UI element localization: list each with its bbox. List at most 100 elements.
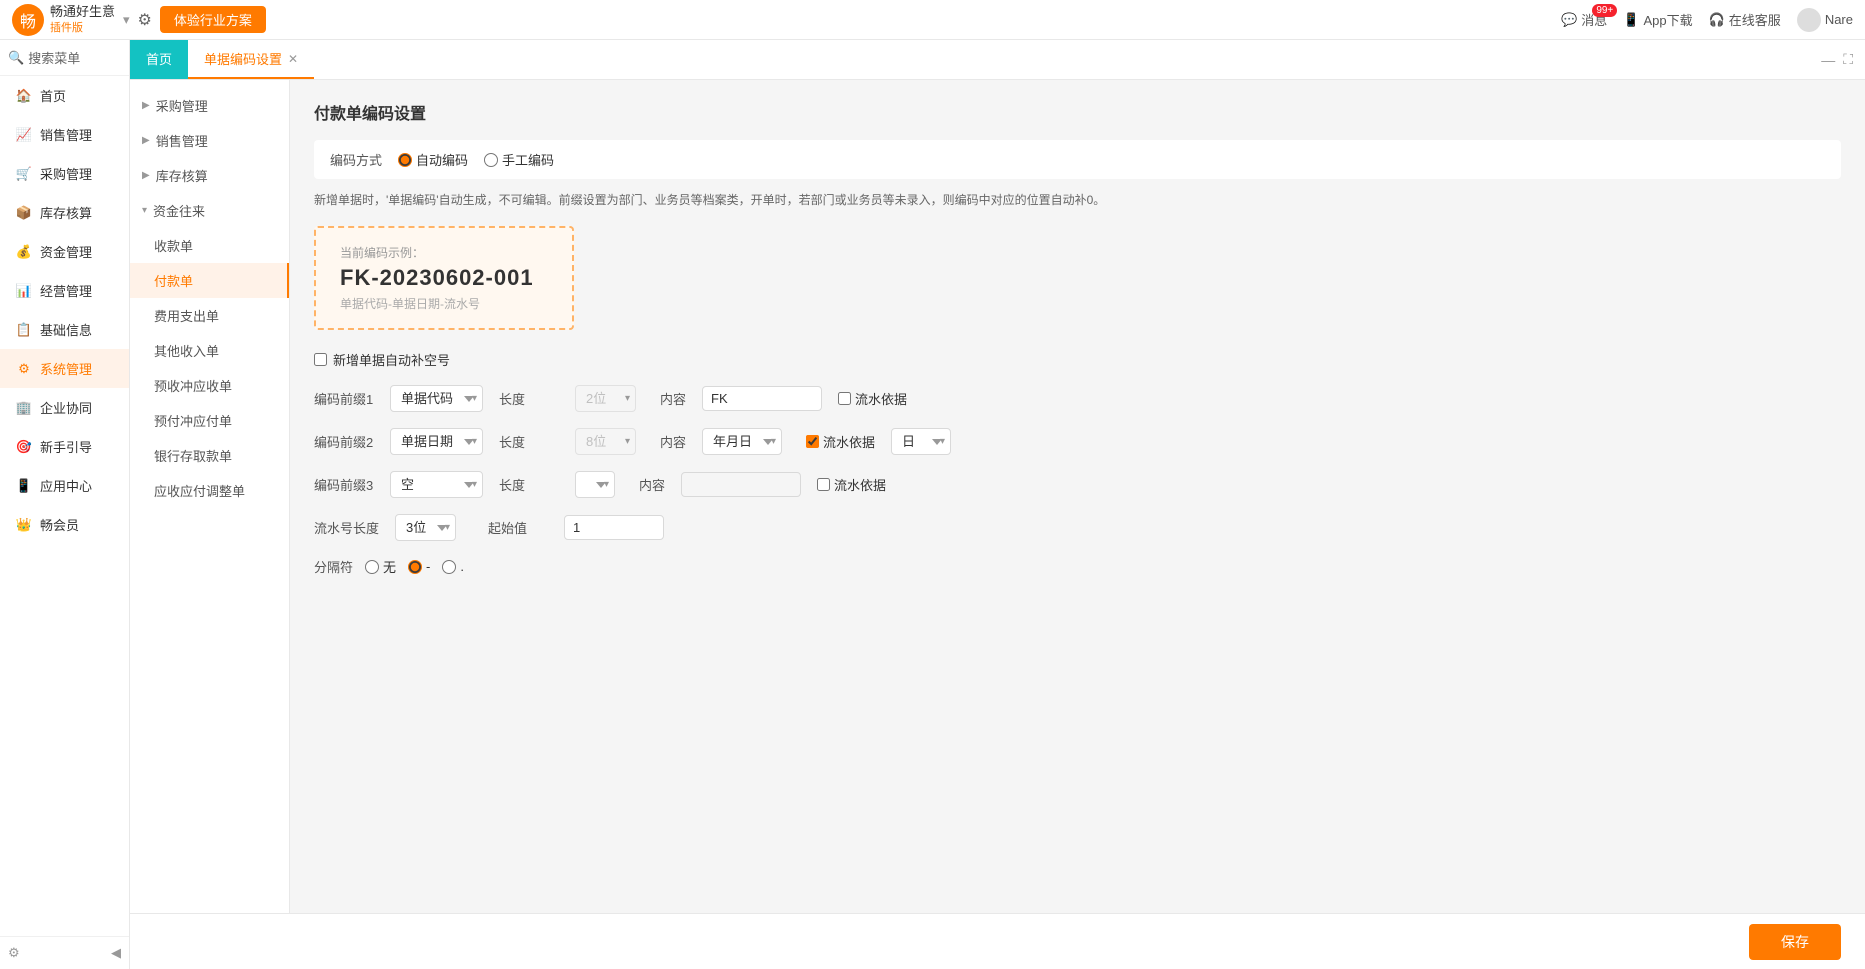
prefix3-serial-checkbox[interactable] <box>817 478 830 491</box>
prefix2-content-select[interactable]: 年月日 年月 年 <box>702 428 782 455</box>
prefix1-serial-checkbox-label[interactable]: 流水依据 <box>838 389 907 408</box>
sidebar-item-label: 应用中心 <box>40 476 92 495</box>
prefix1-select-wrapper: 单据代码 部门 业务员 自定义 <box>390 385 483 412</box>
content-area: 首页 单据编码设置 ✕ — ⛶ ▶ 采购管理 <box>130 40 1865 969</box>
prefix3-serial-checkbox-label[interactable]: 流水依据 <box>817 475 886 494</box>
sub-menu-item-prepay-receipt[interactable]: 预收冲应收单 <box>130 368 289 403</box>
prefix1-select[interactable]: 单据代码 部门 业务员 自定义 <box>390 385 483 412</box>
sidebar-item-sales[interactable]: 📈 销售管理 <box>0 115 129 154</box>
sub-menu-item-adjustment[interactable]: 应收应付调整单 <box>130 473 289 508</box>
manual-code-radio-input[interactable] <box>484 153 498 167</box>
chevron-right-icon: ▶ <box>142 170 150 181</box>
save-button[interactable]: 保存 <box>1749 924 1841 960</box>
serial-length-wrapper: 3位 4位 5位 6位 <box>395 514 456 541</box>
bottom-bar: 保存 <box>130 913 1865 969</box>
separator-none-label: 无 <box>383 557 396 576</box>
prefix3-content-input[interactable] <box>681 472 801 497</box>
message-icon: 💬 <box>1561 12 1577 28</box>
sidebar-item-finance[interactable]: 💰 资金管理 <box>0 232 129 271</box>
sidebar-settings-icon[interactable]: ⚙ <box>8 945 20 961</box>
prefix1-length-select[interactable]: 2位 <box>575 385 636 412</box>
auto-fill-checkbox[interactable] <box>314 353 327 366</box>
trial-button[interactable]: 体验行业方案 <box>160 6 266 33</box>
topbar-left: 畅 畅通好生意 插件版 ▾ ⚙ 体验行业方案 <box>12 4 266 36</box>
prefix2-length-label: 长度 <box>499 432 559 451</box>
prefix2-select-wrapper: 单据日期 部门 业务员 自定义 <box>390 428 483 455</box>
operation-icon: 📊 <box>16 283 32 299</box>
tab-home[interactable]: 首页 <box>130 40 188 79</box>
separator-none-radio-input[interactable] <box>365 560 379 574</box>
sidebar-item-enterprise[interactable]: 🏢 企业协同 <box>0 388 129 427</box>
sidebar-item-purchase[interactable]: 🛒 采购管理 <box>0 154 129 193</box>
auto-code-radio-input[interactable] <box>398 153 412 167</box>
app-download-button[interactable]: 📱 App下载 <box>1623 10 1692 29</box>
serial-start-input[interactable] <box>564 515 664 540</box>
serial-length-select[interactable]: 3位 4位 5位 6位 <box>395 514 456 541</box>
sub-menu-item-expense[interactable]: 费用支出单 <box>130 298 289 333</box>
separator-dot-radio-input[interactable] <box>442 560 456 574</box>
sidebar-collapse-icon[interactable]: ◀ <box>111 945 121 961</box>
sub-menu-item-receipt[interactable]: 收款单 <box>130 228 289 263</box>
prefix2-select[interactable]: 单据日期 部门 业务员 自定义 <box>390 428 483 455</box>
nav-chevron-icon[interactable]: ▾ <box>123 12 130 28</box>
sub-menu-item-payment[interactable]: 付款单 <box>130 263 289 298</box>
online-service-button[interactable]: 🎧 在线客服 <box>1709 10 1781 29</box>
prefix2-serial-label: 流水依据 <box>823 432 875 451</box>
tab-close-icon[interactable]: ✕ <box>288 52 298 66</box>
auto-code-radio[interactable]: 自动编码 <box>398 150 468 169</box>
prefix2-day-select[interactable]: 日 月 年 <box>891 428 951 455</box>
sidebar-nav: 🏠 首页 📈 销售管理 🛒 采购管理 📦 库存核算 💰 资金管理 📊 经 <box>0 76 129 936</box>
sub-menu-header-funds[interactable]: ▾ 资金往来 <box>130 193 289 228</box>
service-icon: 🎧 <box>1709 12 1725 28</box>
sidebar-item-apps[interactable]: 📱 应用中心 <box>0 466 129 505</box>
prefix3-length-select[interactable] <box>575 471 615 498</box>
separator-dash-radio[interactable]: - <box>408 559 430 574</box>
apps-icon: 📱 <box>16 478 32 494</box>
sub-menu-header-purchase[interactable]: ▶ 采购管理 <box>130 88 289 123</box>
sub-menu-item-prepay-payment[interactable]: 预付冲应付单 <box>130 403 289 438</box>
prefix3-serial-label: 流水依据 <box>834 475 886 494</box>
search-label: 搜索菜单 <box>28 48 80 67</box>
sidebar-search[interactable]: 🔍 搜索菜单 <box>0 40 129 76</box>
sub-menu-item-bank[interactable]: 银行存取款单 <box>130 438 289 473</box>
separator-dash-radio-input[interactable] <box>408 560 422 574</box>
sidebar-item-operation[interactable]: 📊 经营管理 <box>0 271 129 310</box>
prefix2-label: 编码前缀2 <box>314 432 374 451</box>
sidebar-item-basic[interactable]: 📋 基础信息 <box>0 310 129 349</box>
prefix2-serial-checkbox-label[interactable]: 流水依据 <box>806 432 875 451</box>
separator-dot-radio[interactable]: . <box>442 559 464 574</box>
sidebar-item-system[interactable]: ⚙ 系统管理 <box>0 349 129 388</box>
inventory-icon: 📦 <box>16 205 32 221</box>
sidebar-item-home[interactable]: 🏠 首页 <box>0 76 129 115</box>
sub-menu-header-inventory[interactable]: ▶ 库存核算 <box>130 158 289 193</box>
system-icon: ⚙ <box>16 361 32 377</box>
prefix2-length-select[interactable]: 8位 <box>575 428 636 455</box>
separator-none-radio[interactable]: 无 <box>365 557 396 576</box>
sub-menu-funds-label: 资金往来 <box>153 201 205 220</box>
tab-coding[interactable]: 单据编码设置 ✕ <box>188 40 314 79</box>
topbar-nav: ▾ ⚙ <box>123 10 152 30</box>
preview-desc: 单据代码-单据日期-流水号 <box>340 295 548 312</box>
tab-coding-label: 单据编码设置 <box>204 49 282 68</box>
tab-maximize-icon[interactable]: ⛶ <box>1843 51 1853 68</box>
tab-minimize-icon[interactable]: — <box>1821 52 1835 68</box>
sidebar-item-guide[interactable]: 🎯 新手引导 <box>0 427 129 466</box>
sidebar-item-member[interactable]: 👑 畅会员 <box>0 505 129 544</box>
sidebar-item-inventory[interactable]: 📦 库存核算 <box>0 193 129 232</box>
prefix1-serial-checkbox[interactable] <box>838 392 851 405</box>
sidebar-item-label: 基础信息 <box>40 320 92 339</box>
user-profile[interactable]: Nare <box>1797 8 1853 32</box>
sub-menu-item-income[interactable]: 其他收入单 <box>130 333 289 368</box>
settings-icon[interactable]: ⚙ <box>138 10 152 30</box>
guide-icon: 🎯 <box>16 439 32 455</box>
prefix3-select[interactable]: 空 单据代码 部门 业务员 <box>390 471 483 498</box>
prefix3-row: 编码前缀3 空 单据代码 部门 业务员 长度 <box>314 471 1841 498</box>
prefix1-content-input[interactable] <box>702 386 822 411</box>
logo-icon: 畅 <box>12 4 44 36</box>
sub-menu-header-sales[interactable]: ▶ 销售管理 <box>130 123 289 158</box>
hint-text: 新增单据时，'单据编码'自动生成，不可编辑。前缀设置为部门、业务员等档案类，开单… <box>314 191 1841 210</box>
message-button[interactable]: 💬 消息 99+ <box>1561 10 1607 29</box>
sub-menu-items-funds: 收款单 付款单 费用支出单 其他收入单 预收冲应收单 预付冲应付单 银行存取款单… <box>130 228 289 508</box>
manual-code-radio[interactable]: 手工编码 <box>484 150 554 169</box>
prefix2-serial-checkbox[interactable] <box>806 435 819 448</box>
